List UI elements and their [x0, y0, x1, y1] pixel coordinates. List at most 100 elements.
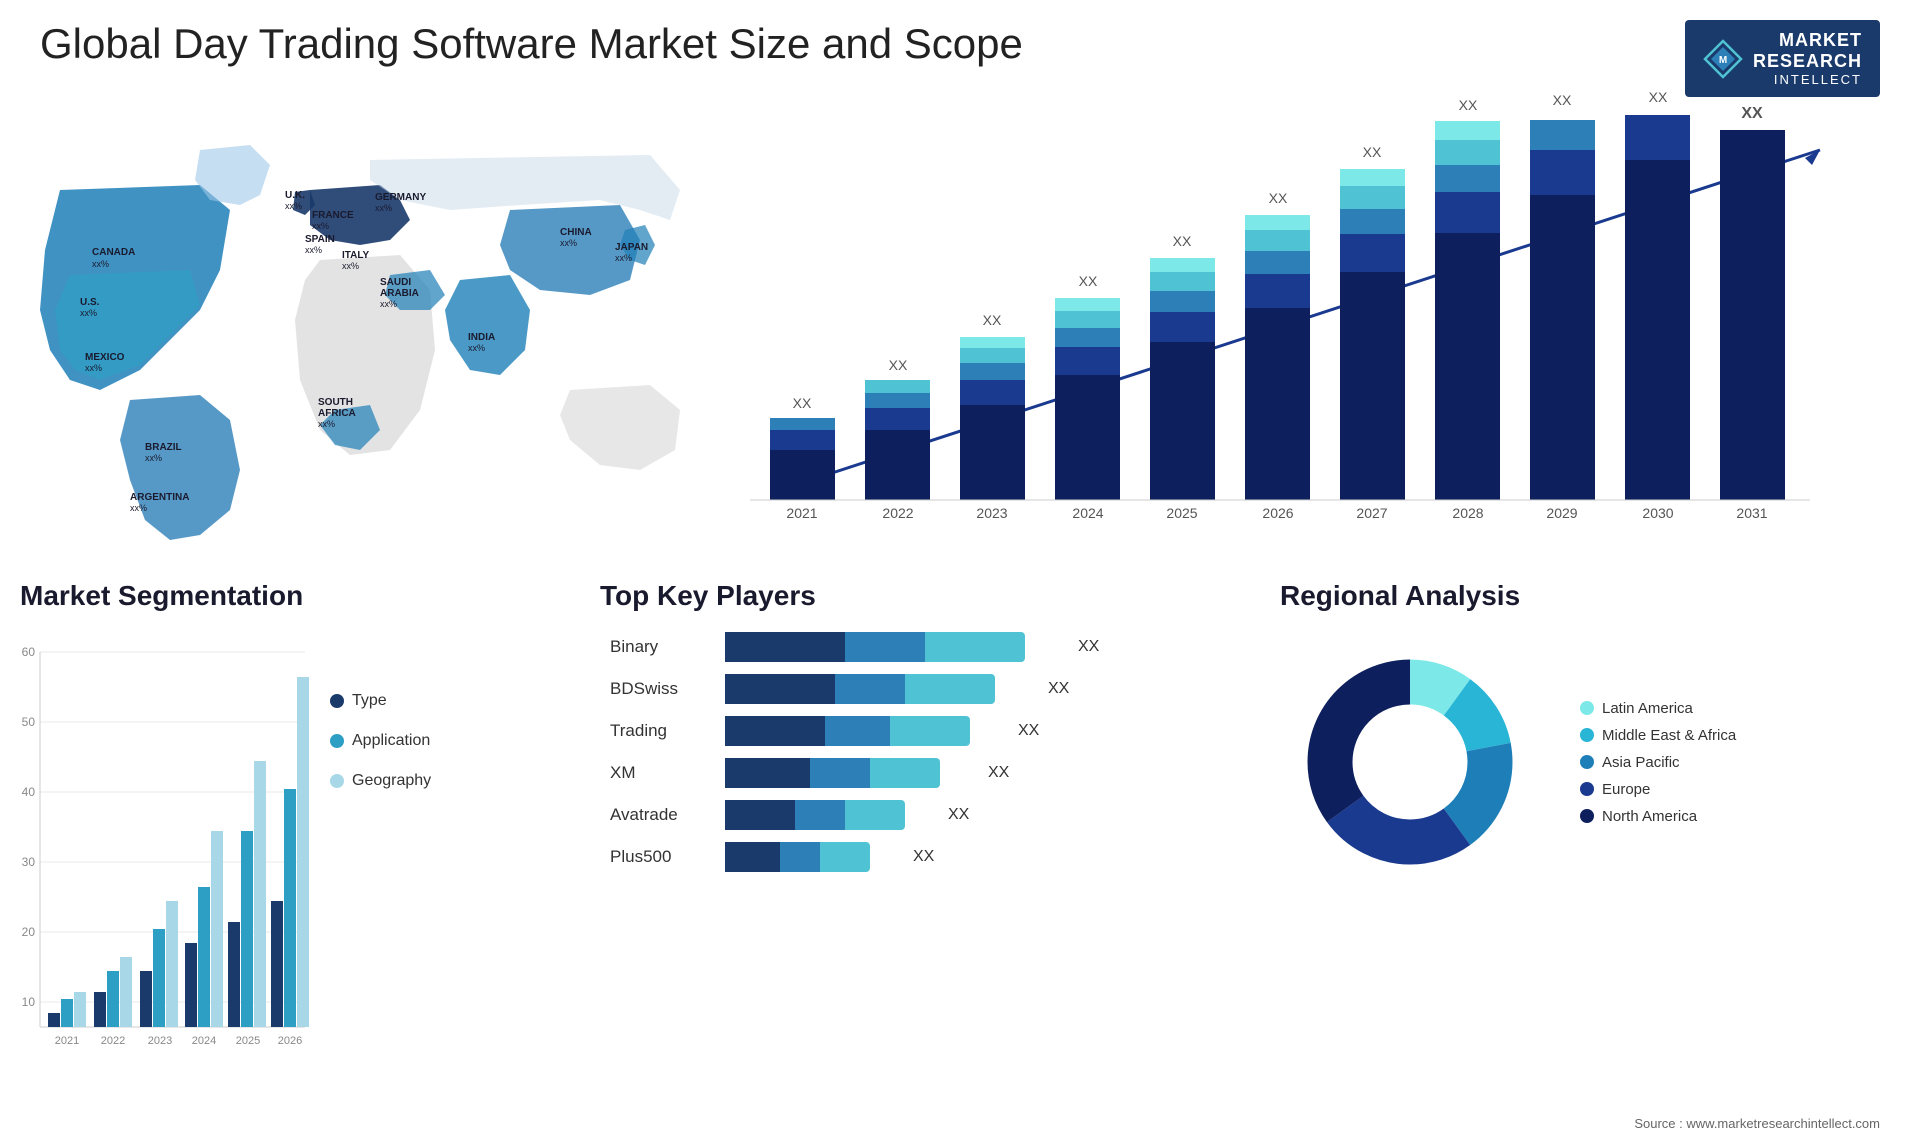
svg-text:xx%: xx% — [285, 201, 302, 211]
svg-text:2021: 2021 — [786, 505, 817, 521]
legend-mea: Middle East & Africa — [1580, 727, 1736, 744]
svg-text:M: M — [1719, 55, 1727, 66]
world-map-svg: CANADA xx% U.S. xx% MEXICO xx% BRAZIL xx… — [0, 110, 720, 550]
players-section: Top Key Players Binary XX BDSwiss — [580, 580, 1260, 1120]
players-list: Binary XX BDSwiss XX — [580, 632, 1260, 872]
svg-text:xx%: xx% — [80, 308, 97, 318]
player-bar-bdswiss: XX — [725, 674, 1069, 704]
legend-latin-america-label: Latin America — [1602, 700, 1693, 717]
player-row-bdswiss: BDSwiss XX — [610, 674, 1230, 704]
mea-dot — [1580, 728, 1594, 742]
svg-text:xx%: xx% — [130, 503, 147, 513]
svg-text:JAPAN: JAPAN — [615, 242, 648, 253]
regional-donut-chart — [1280, 632, 1540, 892]
legend-mea-label: Middle East & Africa — [1602, 727, 1736, 744]
svg-text:INDIA: INDIA — [468, 332, 495, 343]
svg-text:XX: XX — [983, 312, 1002, 328]
growth-bar-chart: XX 2021 XX 2022 XX 2023 XX 2024 XX 2025 — [720, 110, 1870, 550]
player-val-avatrade: XX — [948, 806, 969, 824]
europe-dot — [1580, 782, 1594, 796]
svg-text:40: 40 — [22, 785, 36, 799]
segmentation-heading: Market Segmentation — [0, 580, 580, 612]
svg-text:U.S.: U.S. — [80, 297, 100, 308]
svg-text:2030: 2030 — [1642, 505, 1673, 521]
svg-text:2022: 2022 — [882, 505, 913, 521]
player-bar-avatrade: XX — [725, 800, 969, 830]
svg-text:XX: XX — [1363, 144, 1382, 160]
legend-europe: Europe — [1580, 781, 1736, 798]
player-row-plus500: Plus500 XX — [610, 842, 1230, 872]
svg-text:MEXICO: MEXICO — [85, 352, 125, 363]
player-val-xm: XX — [988, 764, 1009, 782]
svg-text:xx%: xx% — [380, 299, 397, 309]
svg-text:xx%: xx% — [312, 221, 329, 231]
svg-text:2025: 2025 — [236, 1035, 260, 1047]
player-name-plus500: Plus500 — [610, 847, 710, 867]
segmentation-legend: Type Application Geography — [330, 692, 431, 798]
svg-text:xx%: xx% — [468, 343, 485, 353]
svg-text:xx%: xx% — [318, 419, 335, 429]
player-bar-trading: XX — [725, 716, 1039, 746]
logo-box: M MARKET RESEARCH INTELLECT — [1685, 20, 1880, 97]
legend-north-america: North America — [1580, 808, 1736, 825]
player-name-bdswiss: BDSwiss — [610, 679, 710, 699]
svg-text:2026: 2026 — [278, 1035, 302, 1047]
legend-type: Type — [330, 692, 431, 710]
player-name-avatrade: Avatrade — [610, 805, 710, 825]
regional-heading: Regional Analysis — [1260, 580, 1920, 612]
svg-text:xx%: xx% — [92, 259, 109, 269]
legend-asia-pacific: Asia Pacific — [1580, 754, 1736, 771]
svg-text:XX: XX — [1459, 97, 1478, 113]
header: Global Day Trading Software Market Size … — [40, 20, 1880, 97]
svg-text:xx%: xx% — [145, 453, 162, 463]
svg-text:BRAZIL: BRAZIL — [145, 442, 182, 453]
legend-application-label: Application — [352, 732, 430, 750]
player-bar-plus500: XX — [725, 842, 934, 872]
svg-text:10: 10 — [22, 995, 36, 1009]
segmentation-section: Market Segmentation 60 50 40 30 20 10 20… — [0, 580, 580, 1120]
player-val-trading: XX — [1018, 722, 1039, 740]
svg-text:XX: XX — [1173, 233, 1192, 249]
svg-text:XX: XX — [1553, 92, 1572, 108]
svg-text:xx%: xx% — [615, 253, 632, 263]
logo-text-line3: INTELLECT — [1753, 72, 1862, 87]
svg-text:CANADA: CANADA — [92, 247, 135, 258]
svg-text:XX: XX — [1079, 273, 1098, 289]
svg-text:XX: XX — [889, 357, 908, 373]
legend-europe-label: Europe — [1602, 781, 1650, 798]
svg-text:30: 30 — [22, 855, 36, 869]
regional-section: Regional Analysis Latin America Middle — [1260, 580, 1920, 1120]
svg-text:60: 60 — [22, 645, 36, 659]
svg-text:ARABIA: ARABIA — [380, 288, 419, 299]
player-name-xm: XM — [610, 763, 710, 783]
application-dot — [330, 734, 344, 748]
legend-geography: Geography — [330, 772, 431, 790]
logo-text-line2: RESEARCH — [1753, 51, 1862, 72]
svg-text:2031: 2031 — [1736, 505, 1767, 521]
svg-text:2029: 2029 — [1546, 505, 1577, 521]
source-text: Source : www.marketresearchintellect.com — [1634, 1116, 1880, 1131]
player-val-plus500: XX — [913, 848, 934, 866]
legend-application: Application — [330, 732, 431, 750]
svg-text:2021: 2021 — [55, 1035, 79, 1047]
svg-text:GERMANY: GERMANY — [375, 192, 426, 203]
segmentation-chart: 60 50 40 30 20 10 2021 2022 — [10, 632, 320, 1062]
north-america-dot — [1580, 809, 1594, 823]
svg-text:2027: 2027 — [1356, 505, 1387, 521]
legend-asia-pacific-label: Asia Pacific — [1602, 754, 1680, 771]
svg-text:2024: 2024 — [192, 1035, 216, 1047]
svg-text:2022: 2022 — [101, 1035, 125, 1047]
logo-text-line1: MARKET — [1753, 30, 1862, 51]
svg-text:CHINA: CHINA — [560, 227, 592, 238]
svg-text:2025: 2025 — [1166, 505, 1197, 521]
svg-text:50: 50 — [22, 715, 36, 729]
svg-text:XX: XX — [1649, 89, 1668, 105]
svg-text:ITALY: ITALY — [342, 250, 370, 261]
player-val-bdswiss: XX — [1048, 680, 1069, 698]
page-title: Global Day Trading Software Market Size … — [40, 20, 1023, 68]
svg-text:XX: XX — [1269, 190, 1288, 206]
asia-pacific-dot — [1580, 755, 1594, 769]
legend-type-label: Type — [352, 692, 387, 710]
bar-chart-section: XX 2021 XX 2022 XX 2023 XX 2024 XX 2025 — [720, 110, 1920, 550]
legend-north-america-label: North America — [1602, 808, 1697, 825]
